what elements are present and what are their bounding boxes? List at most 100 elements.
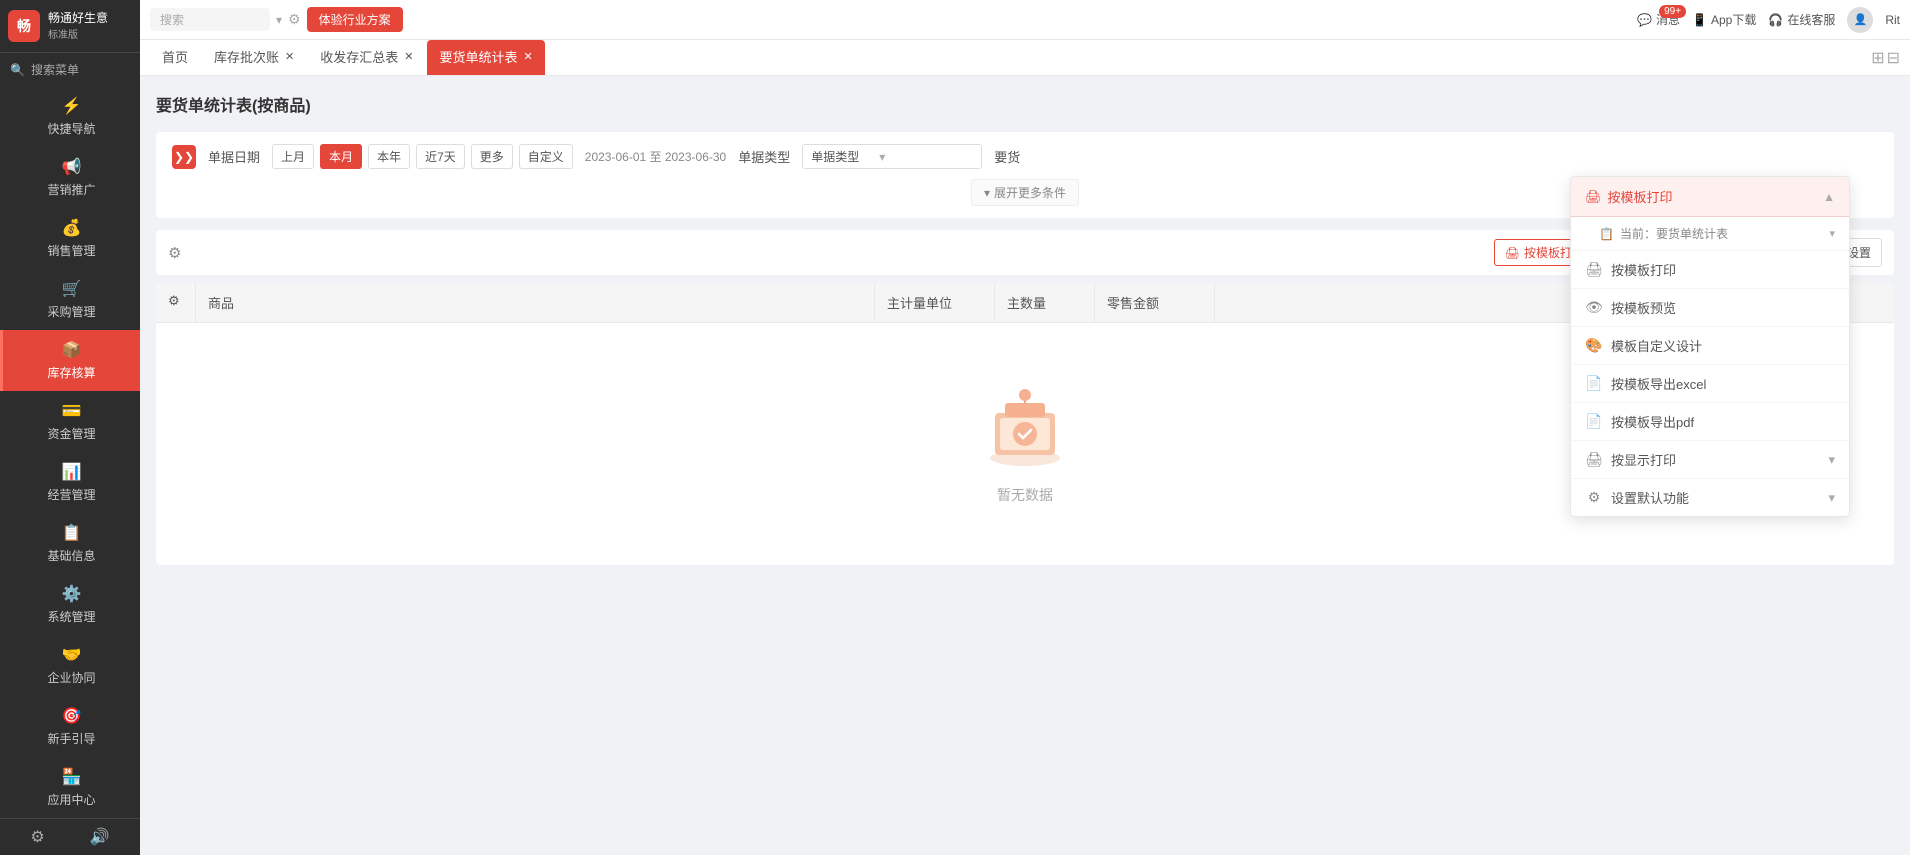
sidebar-item-purchase[interactable]: 🛒 采购管理 <box>0 269 140 330</box>
main-content: 搜索 ▾ ⚙ 体验行业方案 💬 消息 99+ 📱 App下载 🎧 在线客服 👤 … <box>140 0 1910 855</box>
display-print-icon: 🖨 <box>1585 451 1603 468</box>
sidebar-item-appstore[interactable]: 🏪 应用中心 <box>0 757 140 818</box>
dropdown-item-template-design[interactable]: 🎨 模板自定义设计 <box>1571 327 1849 365</box>
tab-close-inventory-batch[interactable]: ✕ <box>285 50 294 63</box>
search-icon: 🔍 <box>10 63 25 77</box>
sidebar-item-guide[interactable]: 🎯 新手引导 <box>0 696 140 757</box>
export-excel-icon: 📄 <box>1585 375 1603 392</box>
sidebar-item-sales[interactable]: 💰 销售管理 <box>0 208 140 269</box>
col-header-checkbox: ⚙ <box>156 283 196 322</box>
date-range-display: 2023-06-01 至 2023-06-30 <box>585 148 726 165</box>
sidebar-item-system[interactable]: ⚙️ 系统管理 <box>0 574 140 635</box>
sidebar-item-quick-nav[interactable]: ⚡ 快捷导航 <box>0 86 140 147</box>
tabs-bar: 首页 库存批次账 ✕ 收发存汇总表 ✕ 要货单统计表 ✕ ⊞ ⊟ <box>140 40 1910 76</box>
topbar: 搜索 ▾ ⚙ 体验行业方案 💬 消息 99+ 📱 App下载 🎧 在线客服 👤 … <box>140 0 1910 40</box>
app-name: 畅通好生意 <box>48 11 108 27</box>
current-template-icon: 📋 <box>1599 227 1614 241</box>
print-icon: 🖨 <box>1505 246 1520 260</box>
purchase-icon: 🛒 <box>62 279 82 299</box>
empty-text: 暂无数据 <box>997 485 1053 505</box>
sidebar: 畅 畅通好生意 标准版 🔍 搜索菜单 ⚡ 快捷导航 📢 营销推广 💰 销售管理 … <box>0 0 140 855</box>
tab-close-receipts-summary[interactable]: ✕ <box>404 50 413 63</box>
col-header-goods: 商品 <box>196 283 875 322</box>
sidebar-search[interactable]: 🔍 搜索菜单 <box>0 53 140 86</box>
toolbar-gear-icon[interactable]: ⚙ <box>168 244 181 262</box>
page-container: 要货单统计表(按商品) ❯❯ 单据日期 上月 本月 本年 近7天 更多 自定义 … <box>140 76 1910 855</box>
sidebar-bottom: ⚙ 🔊 <box>0 818 140 855</box>
dropdown-item-display-print[interactable]: 🖨 按显示打印 ▾ <box>1571 441 1849 479</box>
cooperation-icon: 🤝 <box>62 645 82 665</box>
dropdown-item-template-preview[interactable]: 👁 按模板预览 <box>1571 289 1849 327</box>
tab-home[interactable]: 首页 <box>150 40 200 75</box>
app-logo-icon: 畅 <box>8 10 40 42</box>
basic-icon: 📋 <box>62 523 82 543</box>
current-arrow-icon: ▾ <box>1829 227 1835 240</box>
dropdown-collapse-icon[interactable]: ▲ <box>1823 190 1835 204</box>
settings-icon[interactable]: ⚙ <box>30 827 44 847</box>
select-caret-icon: ▾ <box>879 150 885 164</box>
sidebar-menu: ⚡ 快捷导航 📢 营销推广 💰 销售管理 🛒 采购管理 📦 库存核算 💳 资金管… <box>0 86 140 818</box>
dropdown-item-export-pdf[interactable]: 📄 按模板导出pdf <box>1571 403 1849 441</box>
sound-icon[interactable]: 🔊 <box>90 827 110 847</box>
topbar-search-box: 搜索 <box>150 8 270 31</box>
sidebar-item-basic[interactable]: 📋 基础信息 <box>0 513 140 574</box>
appstore-icon: 🏪 <box>62 767 82 787</box>
tab-receipts-summary[interactable]: 收发存汇总表 ✕ <box>308 40 425 75</box>
doc-type-select[interactable]: 单据类型 ▾ <box>802 144 982 169</box>
inventory-icon: 📦 <box>62 340 82 360</box>
date-btn-last7[interactable]: 近7天 <box>416 144 465 169</box>
collapse-arrow-icon: ❯❯ <box>174 150 194 164</box>
date-btn-current-year[interactable]: 本年 <box>368 144 410 169</box>
dropdown-item-set-default[interactable]: ⚙ 设置默认功能 ▾ <box>1571 479 1849 516</box>
tab-order-stats[interactable]: 要货单统计表 ✕ <box>427 40 544 75</box>
date-btn-more[interactable]: 更多 <box>471 144 513 169</box>
dropdown-item-export-excel[interactable]: 📄 按模板导出excel <box>1571 365 1849 403</box>
username[interactable]: Rit <box>1885 13 1900 27</box>
topbar-gear-icon[interactable]: ⚙ <box>288 11 301 28</box>
col-header-quantity: 主数量 <box>995 283 1095 322</box>
expand-icon: ▾ <box>984 186 990 200</box>
online-service-button[interactable]: 🎧 在线客服 <box>1768 11 1835 28</box>
service-icon: 🎧 <box>1768 13 1783 27</box>
sidebar-item-cooperation[interactable]: 🤝 企业协同 <box>0 635 140 696</box>
sidebar-logo: 畅 畅通好生意 标准版 <box>0 0 140 53</box>
avatar[interactable]: 👤 <box>1847 7 1873 33</box>
date-btn-current-month[interactable]: 本月 <box>320 144 362 169</box>
set-default-arrow-icon: ▾ <box>1828 490 1835 506</box>
system-icon: ⚙️ <box>62 584 82 604</box>
sidebar-item-marketing[interactable]: 📢 营销推广 <box>0 147 140 208</box>
operation-icon: 📊 <box>62 462 82 482</box>
sales-icon: 💰 <box>62 218 82 238</box>
expand-more-button[interactable]: ▾ 展开更多条件 <box>971 179 1079 206</box>
col-header-retail: 零售金额 <box>1095 283 1215 322</box>
export-pdf-icon: 📄 <box>1585 413 1603 430</box>
tab-inventory-batch[interactable]: 库存批次账 ✕ <box>202 40 306 75</box>
date-btn-custom[interactable]: 自定义 <box>519 144 573 169</box>
trial-button[interactable]: 体验行业方案 <box>307 7 403 32</box>
sidebar-item-inventory[interactable]: 📦 库存核算 <box>0 330 140 391</box>
topbar-right: 💬 消息 99+ 📱 App下载 🎧 在线客服 👤 Rit <box>1637 7 1900 33</box>
dropdown-header-left: 🖨 按模板打印 <box>1585 187 1673 206</box>
order-goods-label: 要货 <box>994 147 1020 166</box>
quick-nav-icon: ⚡ <box>62 96 82 116</box>
print-dropdown: 🖨 按模板打印 ▲ 📋 当前：要货单统计表 ▾ 🖨 按模板打印 👁 按模板预览 <box>1570 176 1850 517</box>
app-icon: 📱 <box>1692 13 1707 27</box>
filter-collapse-icon[interactable]: ❯❯ <box>172 145 196 169</box>
dropdown-item-template-print[interactable]: 🖨 按模板打印 <box>1571 251 1849 289</box>
date-btn-prev-month[interactable]: 上月 <box>272 144 314 169</box>
sidebar-item-operation[interactable]: 📊 经营管理 <box>0 452 140 513</box>
dropdown-header: 🖨 按模板打印 ▲ <box>1571 177 1849 217</box>
messages-button[interactable]: 💬 消息 99+ <box>1637 11 1680 28</box>
app-download-button[interactable]: 📱 App下载 <box>1692 11 1756 28</box>
messages-badge: 99+ <box>1659 5 1686 18</box>
topbar-chevron-icon[interactable]: ▾ <box>276 13 282 27</box>
tab-expand-icon[interactable]: ⊞ <box>1871 48 1884 68</box>
sidebar-item-finance[interactable]: 💳 资金管理 <box>0 391 140 452</box>
empty-icon <box>975 383 1075 473</box>
tab-minimize-icon[interactable]: ⊟ <box>1887 48 1900 68</box>
set-default-icon: ⚙ <box>1585 489 1603 506</box>
tab-close-order-stats[interactable]: ✕ <box>524 50 533 63</box>
topbar-breadcrumb: 搜索 ▾ ⚙ 体验行业方案 <box>150 7 1631 32</box>
dropdown-current-template: 📋 当前：要货单统计表 ▾ <box>1571 217 1849 251</box>
display-print-arrow-icon: ▾ <box>1828 452 1835 468</box>
